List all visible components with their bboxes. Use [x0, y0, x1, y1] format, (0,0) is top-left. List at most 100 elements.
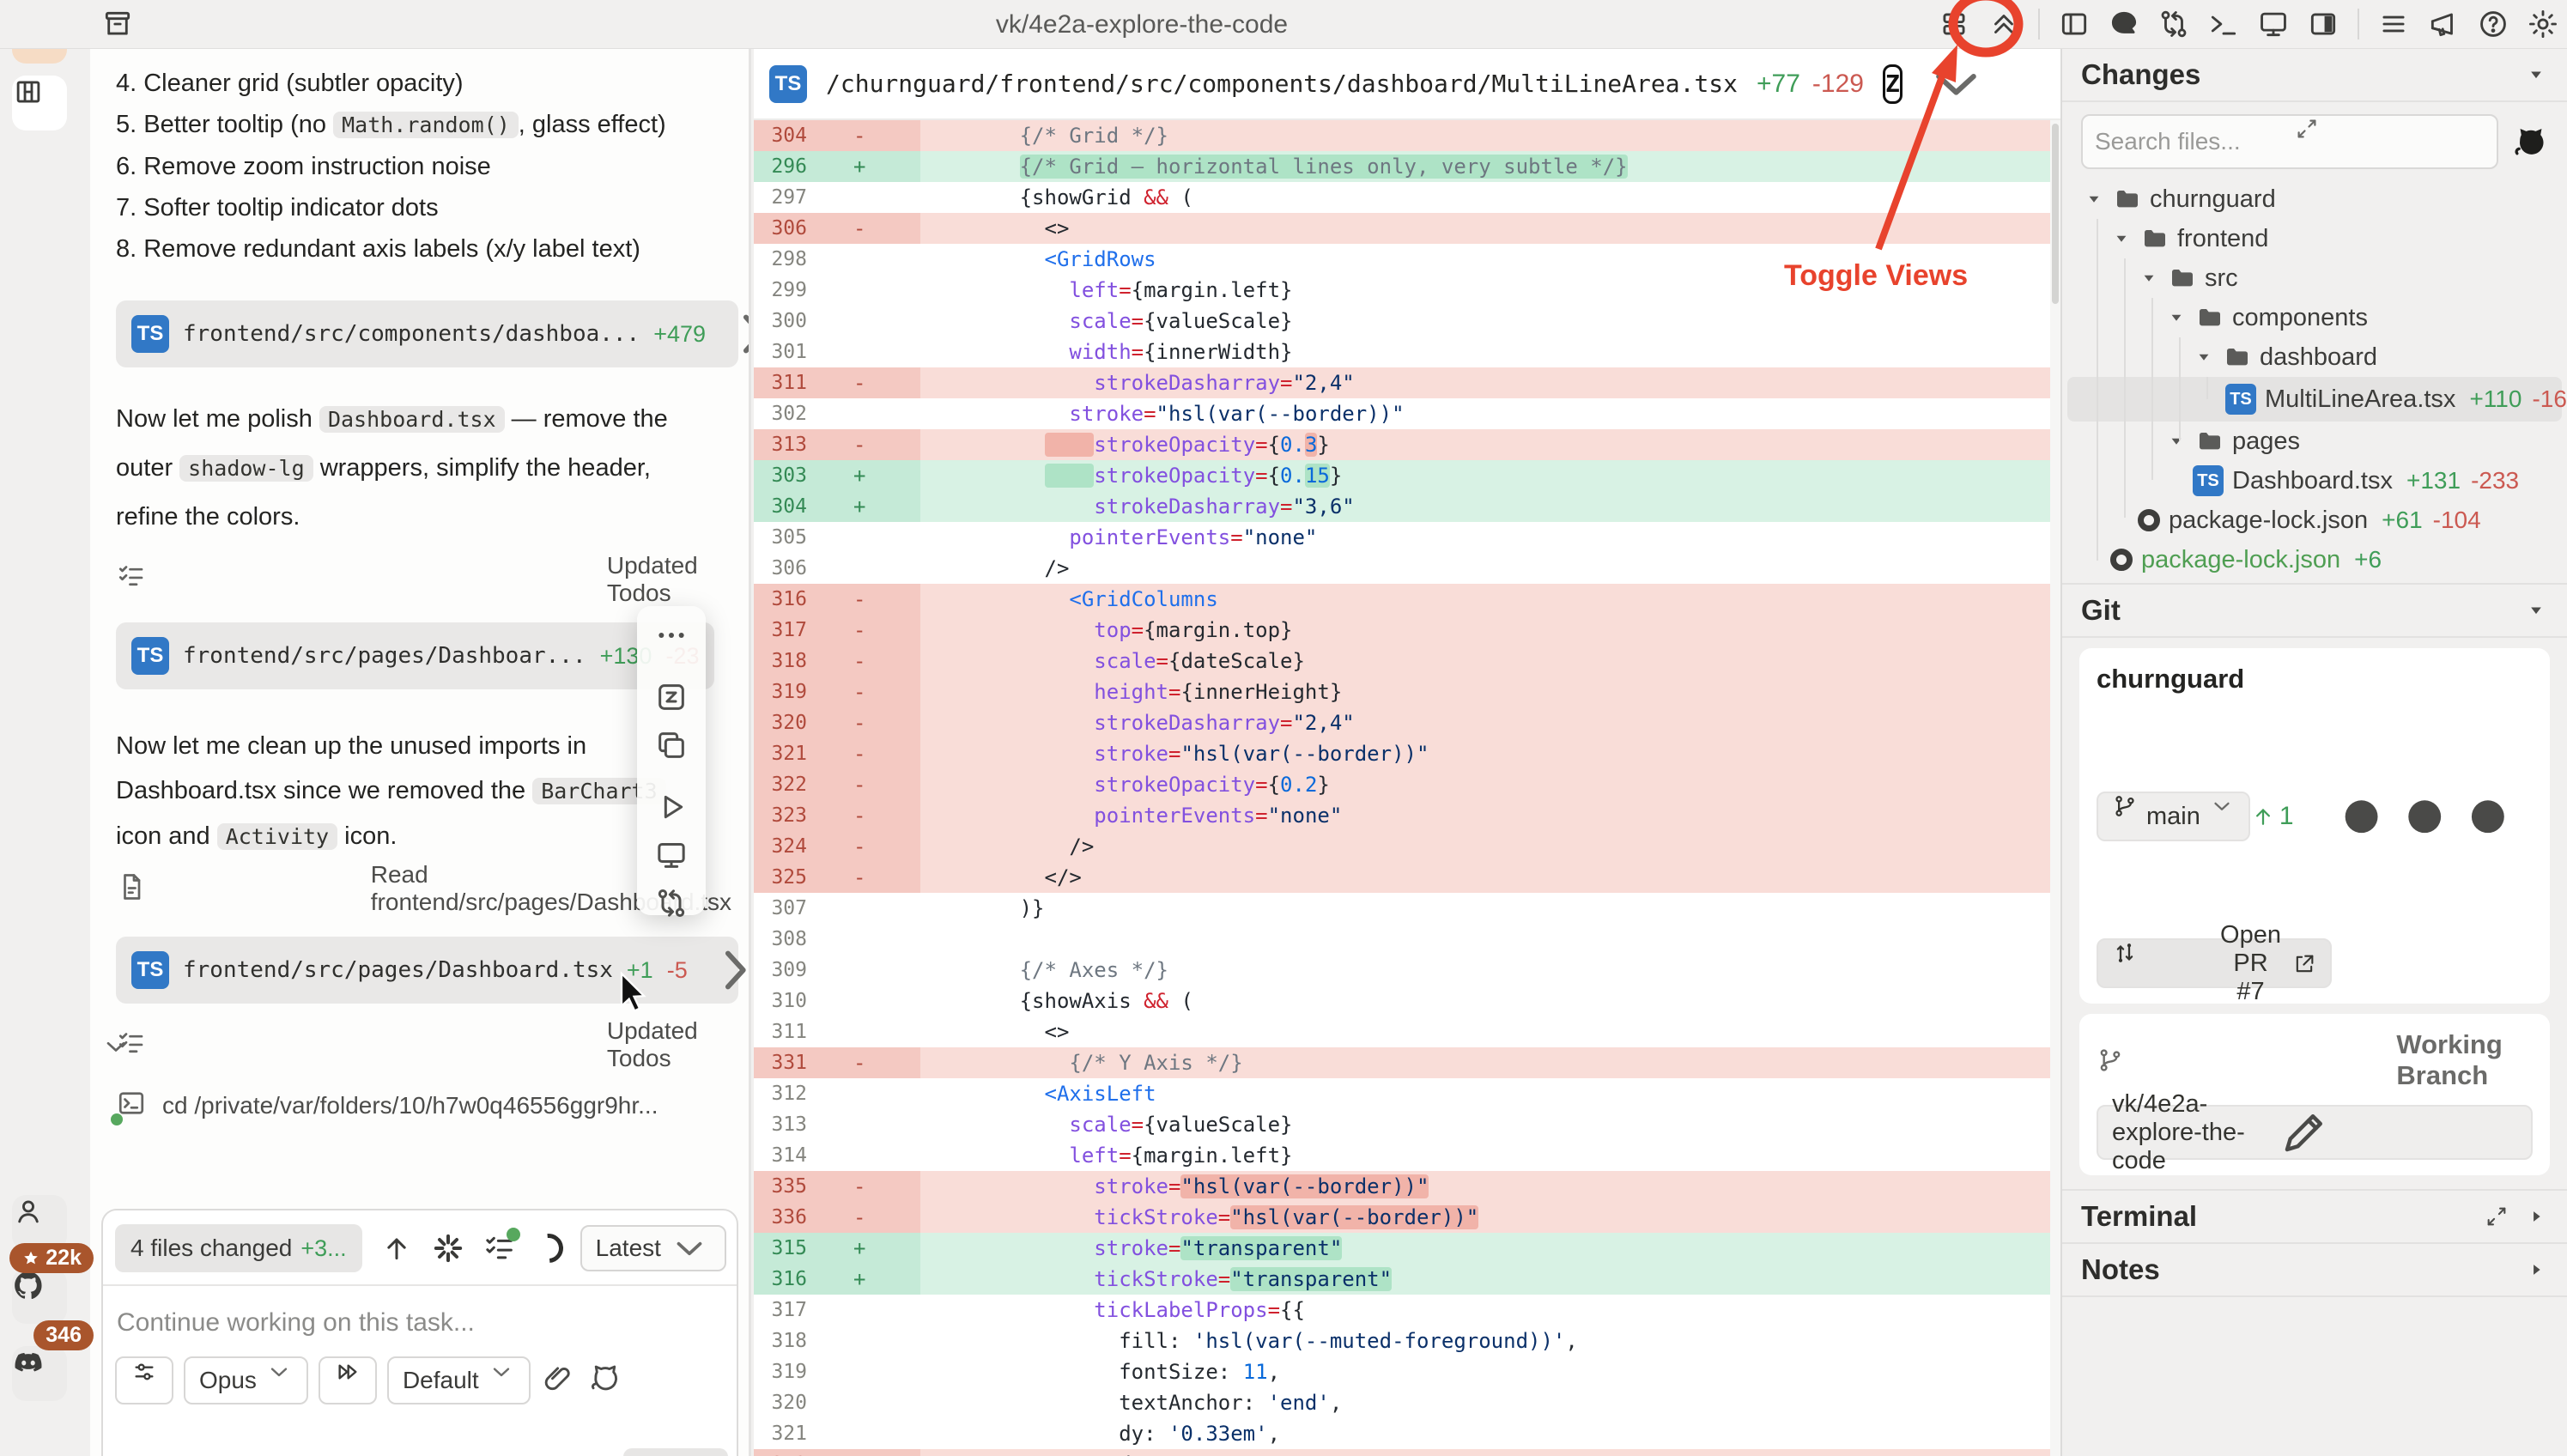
message-input[interactable]: Continue working on this task... [103, 1286, 737, 1338]
diff-row[interactable]: 324- /> [754, 831, 2060, 862]
diff-row[interactable]: 320 textAnchor: 'end', [754, 1387, 2060, 1418]
diff-row[interactable]: 322- strokeOpacity={0.2} [754, 769, 2060, 800]
diff-row[interactable]: 307 )} [754, 893, 2060, 924]
topbar-megaphone-icon[interactable] [2424, 5, 2462, 43]
tree-item-src[interactable]: src [2062, 258, 2567, 298]
diff-row[interactable]: 319- height={innerHeight} [754, 676, 2060, 707]
model-dropdown[interactable]: Opus [184, 1356, 308, 1404]
diff-row[interactable]: 336- tickStroke="hsl(var(--border))" [754, 1202, 2060, 1233]
diff-row[interactable]: 308 [754, 924, 2060, 955]
cat-button[interactable] [589, 1362, 627, 1399]
palette-monitor-icon[interactable] [654, 838, 689, 872]
topbar-settings-icon[interactable] [2524, 5, 2562, 43]
file-chip-multilinearea[interactable]: TS frontend/src/components/dashboa... +4… [116, 300, 738, 367]
diff-row[interactable]: 316+ tickStroke="transparent" [754, 1264, 2060, 1295]
diff-row[interactable]: 317- top={margin.top} [754, 615, 2060, 646]
topbar-terminal-icon[interactable] [2205, 5, 2242, 43]
search-files-input[interactable] [2095, 128, 2285, 155]
topbar-git-compare-icon[interactable] [2155, 5, 2193, 43]
diff-row[interactable]: 313 scale={valueScale} [754, 1109, 2060, 1140]
rail-board-button[interactable] [12, 76, 67, 130]
diff-row[interactable]: 296+ {/* Grid — horizontal lines only, v… [754, 151, 2060, 182]
terminal-section-header[interactable]: Terminal [2062, 1191, 2567, 1242]
topbar-collapse-all-icon[interactable] [1985, 5, 2023, 43]
expand-icon[interactable] [2485, 1204, 2509, 1228]
tree-item-components[interactable]: components [2062, 298, 2567, 337]
diff-row[interactable]: 310 {showAxis && ( [754, 986, 2060, 1016]
diff-row[interactable]: 318 fill: 'hsl(var(--muted-foreground))'… [754, 1326, 2060, 1356]
file-chip-dashboard[interactable]: TS frontend/src/pages/Dashboar... +130 -… [116, 622, 714, 689]
diff-row[interactable]: 302 stroke="hsl(var(--border))" [754, 398, 2060, 429]
git-section-header[interactable]: Git [2062, 585, 2567, 636]
topbar-menu-icon[interactable] [2375, 5, 2412, 43]
collapse-triangle-icon[interactable] [2524, 598, 2548, 622]
diff-row[interactable]: 317 tickLabelProps={{ [754, 1295, 2060, 1326]
diff-row[interactable]: 304- {/* Grid */} [754, 120, 2060, 151]
tree-item-package-lock-json[interactable]: package-lock.json+61-104 [2062, 500, 2567, 540]
files-changed-pill[interactable]: 4 files changed +3... [115, 1224, 362, 1272]
expand-triangle-icon[interactable] [2524, 1258, 2548, 1282]
palette-copy-icon[interactable] [654, 728, 689, 762]
diff-row[interactable]: 312 <AxisLeft [754, 1078, 2060, 1109]
branch-dropdown[interactable]: main [2097, 792, 2250, 841]
diff-row[interactable]: 331- {/* Y Axis */} [754, 1047, 2060, 1078]
diff-row[interactable]: 315+ stroke="transparent" [754, 1233, 2060, 1264]
diff-row[interactable]: 299 left={margin.left} [754, 275, 2060, 306]
topbar-sidebar-left-icon[interactable] [2055, 5, 2093, 43]
topbar-sidebar-right-icon[interactable] [2304, 5, 2342, 43]
diff-row[interactable]: 335- stroke="hsl(var(--border))" [754, 1171, 2060, 1202]
tree-item-dashboard-tsx[interactable]: TSDashboard.tsx+131-233 [2062, 461, 2567, 500]
palette-play-icon[interactable] [654, 790, 689, 824]
diff-row[interactable]: 298 <GridRows [754, 244, 2060, 275]
working-branch-field[interactable]: vk/4e2a-explore-the-code [2097, 1105, 2533, 1160]
palette-git-compare-icon[interactable] [654, 886, 689, 920]
diff-row[interactable]: 321 dy: '0.33em', [754, 1418, 2060, 1449]
z-logo-button[interactable]: Z [1883, 64, 1902, 104]
edit-branch-icon[interactable] [2279, 1107, 2517, 1158]
mode-dropdown[interactable]: Default [387, 1356, 531, 1404]
diff-row[interactable]: 318- scale={dateScale} [754, 646, 2060, 676]
palette-dots-h-icon[interactable] [654, 618, 689, 652]
diff-row[interactable]: 306- <> [754, 213, 2060, 244]
updated-todos-row[interactable]: Updated Todos [116, 561, 731, 598]
diff-row[interactable]: 309 {/* Axes */} [754, 955, 2060, 986]
send-button[interactable]: Send [623, 1448, 728, 1456]
tree-item-frontend[interactable]: frontend [2062, 219, 2567, 258]
terminal-command-row[interactable]: cd /private/var/folders/10/h7w0q46556ggr… [116, 1088, 731, 1124]
diff-row[interactable]: 300 scale={valueScale} [754, 306, 2060, 337]
updated-todos-row-2[interactable]: Updated Todos [116, 1028, 731, 1062]
collapse-arrows-icon[interactable] [2294, 116, 2485, 167]
composer-settings-button[interactable] [115, 1356, 173, 1404]
diff-row[interactable]: 311 <> [754, 1016, 2060, 1047]
changes-section-header[interactable]: Changes [2062, 49, 2567, 100]
diff-row[interactable]: 319 fontSize: 11, [754, 1356, 2060, 1387]
topbar-toggle-views-icon[interactable] [1935, 5, 1973, 43]
tree-item-multilinearea-tsx[interactable]: TSMultiLineArea.tsx+110-162 [2067, 377, 2562, 422]
scrollbar-thumb[interactable] [2052, 124, 2059, 304]
rail-github-button[interactable] [12, 1269, 67, 1324]
chevron-down-icon[interactable] [1921, 49, 2040, 118]
topbar-archive-icon[interactable] [99, 5, 137, 43]
diff-row[interactable]: 311- strokeDasharray="2,4" [754, 367, 2060, 398]
more-options-button[interactable] [2316, 708, 2533, 925]
diff-row[interactable]: 325- </> [754, 862, 2060, 893]
fast-forward-button[interactable] [319, 1356, 377, 1404]
search-files-box[interactable] [2081, 114, 2498, 169]
topbar-help-icon[interactable] [2474, 5, 2512, 43]
diff-row[interactable]: 303+ strokeOpacity={0.15} [754, 460, 2060, 491]
spark-icon[interactable] [431, 1231, 465, 1265]
tree-item-pages[interactable]: pages [2062, 422, 2567, 461]
cat-icon[interactable] [2512, 123, 2550, 161]
tree-item-package-lock-json[interactable]: package-lock.json+6 [2062, 540, 2567, 579]
diff-row[interactable]: 306 /> [754, 553, 2060, 584]
notes-section-header[interactable]: Notes [2062, 1244, 2567, 1295]
topbar-monitor-icon[interactable] [2254, 5, 2292, 43]
diff-row[interactable]: 321- stroke="hsl(var(--border))" [754, 738, 2060, 769]
diff-row[interactable]: 320- strokeDasharray="2,4" [754, 707, 2060, 738]
diff-row[interactable]: 313- strokeOpacity={0.3} [754, 429, 2060, 460]
diff-row[interactable]: 301 width={innerWidth} [754, 337, 2060, 367]
attach-button[interactable] [541, 1362, 579, 1399]
tree-item-dashboard[interactable]: dashboard [2062, 337, 2567, 377]
diff-row[interactable]: 297 {showGrid && ( [754, 182, 2060, 213]
diff-row[interactable]: 304+ strokeDasharray="3,6" [754, 491, 2060, 522]
